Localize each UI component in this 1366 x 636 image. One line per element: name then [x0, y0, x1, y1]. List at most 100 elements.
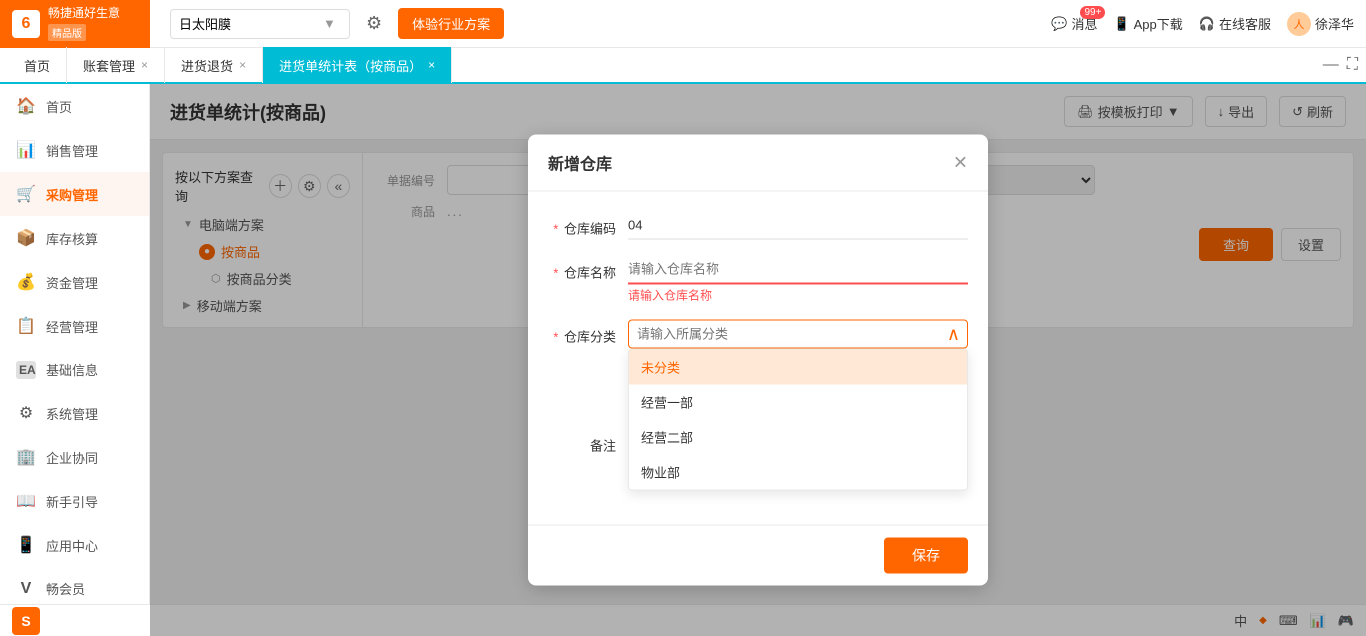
sidebar-item-system[interactable]: ⚙ 系统管理 — [0, 391, 149, 435]
sidebar-item-basic[interactable]: EA 基础信息 — [0, 348, 149, 391]
category-label: * 仓库分类 — [548, 320, 628, 346]
dropdown-item-unclassified[interactable]: 未分类 — [629, 350, 967, 385]
system-icon: ⚙ — [16, 403, 36, 423]
modal-title: 新增仓库 — [548, 151, 612, 175]
user-menu-button[interactable]: 人 徐泽华 — [1287, 12, 1354, 36]
header-right: 💬 消息 99+ 📱 App下载 🎧 在线客服 人 徐泽华 — [1051, 12, 1354, 36]
sidebar-guide-label: 新手引导 — [46, 492, 98, 511]
category-dropdown-arrow[interactable]: ∧ — [947, 324, 960, 345]
modal-header: 新增仓库 ✕ — [528, 135, 988, 192]
user-avatar: 人 — [1287, 12, 1311, 36]
logo-text: 畅捷通好生意 — [48, 6, 120, 22]
dropdown-item-dept3[interactable]: 物业部 — [629, 455, 967, 490]
sidebar-item-guide[interactable]: 📖 新手引导 — [0, 479, 149, 523]
category-input[interactable] — [628, 320, 968, 349]
tab-expand-button[interactable]: ⛶ — [1347, 56, 1358, 74]
sidebar-item-purchase[interactable]: 🛒 采购管理 — [0, 172, 149, 216]
category-dropdown-list: 未分类 经营一部 经营二部 物业部 — [628, 349, 968, 491]
form-group-name: * 仓库名称 请输入仓库名称 — [548, 256, 968, 304]
category-select-wrap: ∧ 未分类 经营一部 经营二部 物业部 — [628, 320, 968, 349]
sidebar-item-appstore[interactable]: 📱 应用中心 — [0, 523, 149, 567]
bottom-logo: S — [12, 607, 40, 635]
tab-purchase-stats-close[interactable]: × — [428, 58, 435, 72]
notification-badge: 99+ — [1080, 6, 1105, 19]
app-download-button[interactable]: 📱 App下载 — [1113, 14, 1182, 33]
tab-bar: 首页 账套管理 × 进货退货 × 进货单统计表（按商品） × — ⛶ — [0, 48, 1366, 84]
main-layout: 🏠 首页 📊 销售管理 🛒 采购管理 📦 库存核算 💰 资金管理 📋 经营管理 … — [0, 84, 1366, 636]
tab-return[interactable]: 进货退货 × — [165, 47, 263, 83]
content-area: 进货单统计(按商品) 🖨 按模板打印 ▼ ↓ 导出 ↺ 刷新 — [150, 84, 1366, 636]
search-input[interactable] — [179, 16, 319, 31]
sales-icon: 📊 — [16, 140, 36, 160]
trial-button[interactable]: 体验行业方案 — [398, 8, 504, 39]
tab-actions: — ⛶ — [1323, 56, 1358, 74]
finance-icon: 💰 — [16, 272, 36, 292]
form-group-code: * 仓库编码 — [548, 212, 968, 240]
search-dropdown-arrow[interactable]: ▼ — [323, 16, 336, 31]
basic-icon: EA — [16, 361, 36, 379]
tab-return-label: 进货退货 — [181, 56, 233, 75]
notification-button[interactable]: 💬 消息 99+ — [1051, 14, 1097, 33]
sidebar-item-finance[interactable]: 💰 资金管理 — [0, 260, 149, 304]
dropdown-item-dept2[interactable]: 经营二部 — [629, 420, 967, 455]
tab-home-label: 首页 — [24, 56, 50, 75]
header-search[interactable]: ▼ — [170, 9, 350, 39]
sidebar-vip-label: 畅会员 — [46, 579, 85, 598]
tab-minimize-button[interactable]: — — [1323, 56, 1339, 74]
sidebar-ops-label: 经营管理 — [46, 317, 98, 336]
sidebar-home-label: 首页 — [46, 97, 72, 116]
online-service-button[interactable]: 🎧 在线客服 — [1199, 14, 1271, 33]
sidebar-item-sales[interactable]: 📊 销售管理 — [0, 128, 149, 172]
headset-icon: 🎧 — [1199, 16, 1215, 32]
s-logo: S — [12, 607, 40, 635]
tab-account-close[interactable]: × — [141, 58, 148, 72]
form-group-category: * 仓库分类 ∧ 未分类 经营一部 经营二部 物业部 — [548, 320, 968, 349]
tab-home[interactable]: 首页 — [8, 47, 67, 83]
logo-area: 6 畅捷通好生意 精品版 — [0, 0, 150, 48]
modal-close-button[interactable]: ✕ — [953, 152, 968, 173]
tab-purchase-stats-label: 进货单统计表（按商品） — [279, 56, 422, 75]
required-star-name: * — [553, 266, 558, 281]
sidebar-system-label: 系统管理 — [46, 404, 98, 423]
name-error-msg: 请输入仓库名称 — [628, 287, 968, 304]
add-warehouse-modal: 新增仓库 ✕ * 仓库编码 * 仓库名称 — [528, 135, 988, 586]
dropdown-item-dept1[interactable]: 经营一部 — [629, 385, 967, 420]
modal-footer: 保存 — [528, 525, 988, 586]
modal-body: * 仓库编码 * 仓库名称 请输入仓库名称 — [528, 192, 988, 525]
appstore-icon: 📱 — [16, 535, 36, 555]
top-header: 6 畅捷通好生意 精品版 ▼ ⚙ 体验行业方案 💬 消息 99+ 📱 App下载… — [0, 0, 1366, 48]
tab-account-label: 账套管理 — [83, 56, 135, 75]
warehouse-code-input[interactable] — [628, 212, 968, 240]
user-name: 徐泽华 — [1315, 14, 1354, 33]
sidebar-corp-label: 企业协同 — [46, 448, 98, 467]
logo-icon: 6 — [12, 10, 40, 38]
tab-return-close[interactable]: × — [239, 58, 246, 72]
corp-icon: 🏢 — [16, 447, 36, 467]
sidebar-item-home[interactable]: 🏠 首页 — [0, 84, 149, 128]
logo-tag: 精品版 — [48, 24, 86, 41]
sidebar: 🏠 首页 📊 销售管理 🛒 采购管理 📦 库存核算 💰 资金管理 📋 经营管理 … — [0, 84, 150, 636]
save-button[interactable]: 保存 — [884, 538, 968, 574]
name-label: * 仓库名称 — [548, 256, 628, 282]
home-icon: 🏠 — [16, 96, 36, 116]
purchase-icon: 🛒 — [16, 184, 36, 204]
tab-account[interactable]: 账套管理 × — [67, 47, 165, 83]
sidebar-inventory-label: 库存核算 — [46, 229, 98, 248]
inventory-icon: 📦 — [16, 228, 36, 248]
sidebar-item-inventory[interactable]: 📦 库存核算 — [0, 216, 149, 260]
sidebar-appstore-label: 应用中心 — [46, 536, 98, 555]
sidebar-sales-label: 销售管理 — [46, 141, 98, 160]
sidebar-finance-label: 资金管理 — [46, 273, 98, 292]
required-star-code: * — [553, 222, 558, 237]
guide-icon: 📖 — [16, 491, 36, 511]
required-star-category: * — [553, 330, 558, 345]
tab-purchase-stats[interactable]: 进货单统计表（按商品） × — [263, 47, 452, 83]
remark-label: 备注 — [548, 429, 628, 455]
gear-icon[interactable]: ⚙ — [358, 13, 390, 34]
sidebar-item-ops[interactable]: 📋 经营管理 — [0, 304, 149, 348]
warehouse-name-input[interactable] — [628, 256, 968, 285]
code-label: * 仓库编码 — [548, 212, 628, 238]
sidebar-basic-label: 基础信息 — [46, 360, 98, 379]
sidebar-purchase-label: 采购管理 — [46, 185, 98, 204]
sidebar-item-corp[interactable]: 🏢 企业协同 — [0, 435, 149, 479]
